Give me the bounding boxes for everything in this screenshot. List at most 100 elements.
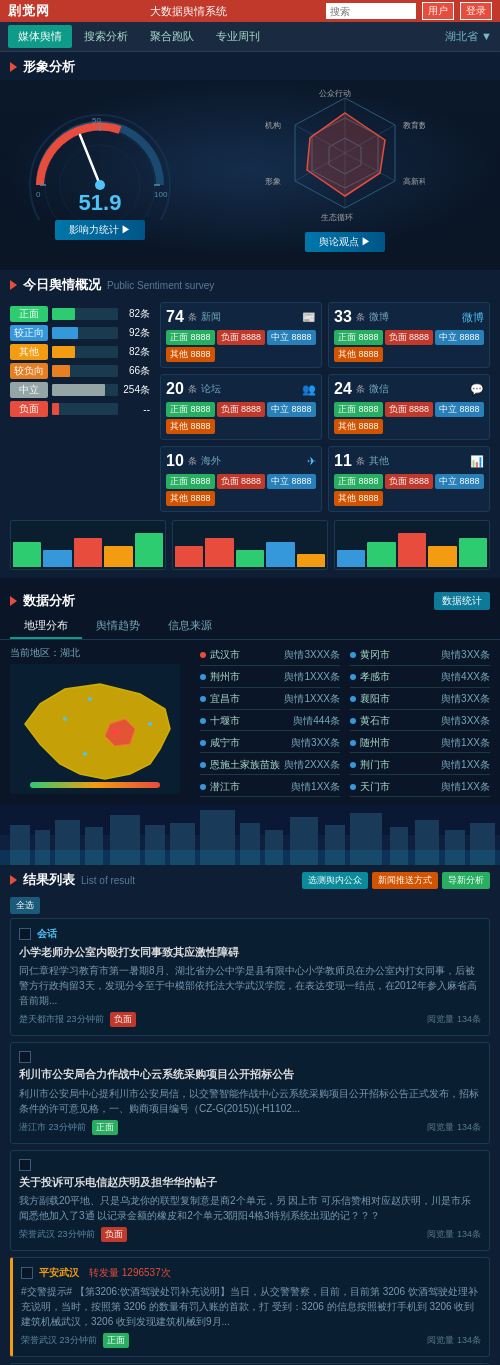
tab-trend[interactable]: 舆情趋势 (82, 614, 154, 639)
tab-source[interactable]: 信息来源 (154, 614, 226, 639)
result-excerpt-1: 同仁章程学习教育市第一暑期8月、湖北省办公中学是县有限中心小学教师员在办公室内打… (19, 963, 481, 1008)
nav-item-weekly[interactable]: 专业周刊 (206, 25, 270, 48)
city-name-enzhi: 恩施土家族苗族 (210, 758, 280, 772)
results-news-push-button[interactable]: 新闻推送方式 (372, 872, 438, 889)
svg-text:教育数字: 教育数字 (403, 121, 425, 130)
sentiment-row-positive: 正面 82条 (10, 306, 150, 322)
results-public-opinion-button[interactable]: 选测舆内公众 (302, 872, 368, 889)
data-triangle (10, 596, 17, 606)
sentiment-row-negative: 负面 -- (10, 401, 150, 417)
weibo-count: 33 (334, 308, 352, 326)
city-count-yichang: 舆情1XXX条 (284, 692, 340, 706)
city-name-huangshi: 黄石市 (360, 714, 437, 728)
bar-fill-neutral-pos (52, 327, 78, 339)
result-checkbox-2[interactable] (19, 1051, 31, 1063)
login-button[interactable]: 用户 (422, 2, 454, 20)
bar-fill-neg-weak (52, 365, 70, 377)
weibo-icon: 微博 (462, 310, 484, 325)
forum-tag-other: 其他 8888 (166, 419, 215, 434)
news-tag-other: 其他 8888 (166, 347, 215, 362)
result-category-1: 会话 (37, 927, 57, 941)
result-excerpt-4: #交警提示# 【第3206:饮酒驾驶处罚补充说明】当日，从交警警察，目前，目前第… (21, 1284, 481, 1329)
result-checkbox-3[interactable] (19, 1159, 31, 1171)
site-logo: 剧觉网 (8, 2, 50, 20)
news-tag-pos: 正面 8888 (166, 330, 215, 345)
city-item-enzhi: 恩施土家族苗族 舆情2XXX条 (200, 755, 340, 775)
mini-charts-area (0, 520, 500, 570)
result-source-3: 荣誉武汉 23分钟前 (19, 1228, 95, 1241)
city-item-huangshi: 黄石市 舆情3XX条 (350, 712, 490, 732)
nav-location[interactable]: 湖北省 ▼ (445, 29, 492, 44)
data-section-header: 数据分析 数据统计 (0, 586, 500, 614)
svg-point-4 (95, 180, 105, 190)
results-title-group: 结果列表 List of result (10, 871, 135, 889)
other-tag-other: 其他 8888 (334, 491, 383, 506)
bar-bg-other (52, 346, 118, 358)
overseas-unit: 条 (188, 455, 197, 468)
label-neutral-pos: 较正向 (10, 325, 48, 341)
sentiment-rows: 正面 82条 较正向 92条 其他 (10, 306, 150, 417)
tab-geo[interactable]: 地理分布 (10, 614, 82, 639)
svg-text:0: 0 (36, 190, 41, 199)
city-name-huanggang: 黄冈市 (360, 648, 437, 662)
top-bar: 剧觉网 大数据舆情系统 用户 登录 (0, 0, 500, 22)
bar-bg-neg-weak (52, 365, 118, 377)
results-analysis-button[interactable]: 导新分析 (442, 872, 490, 889)
city-dot-xianning (200, 740, 206, 746)
svg-text:50: 50 (92, 116, 101, 125)
label-neutral: 中立 (10, 382, 48, 398)
other-icon: 📊 (470, 455, 484, 468)
city-name-wuhan: 武汉市 (210, 648, 280, 662)
result-item-2-header (19, 1051, 481, 1063)
radar-detail-button[interactable]: 舆论观点 ▶ (305, 232, 386, 252)
weixin-tag-other: 其他 8888 (334, 419, 383, 434)
city-name-tianmen: 天门市 (360, 780, 437, 794)
news-tag-neutral: 中立 8888 (267, 330, 316, 345)
search-input[interactable] (326, 3, 416, 19)
data-more-button[interactable]: 数据统计 (434, 592, 490, 610)
mini-chart-3 (334, 520, 490, 570)
result-title-3: 关于投诉可乐电信赵庆明及担华华的帖子 (19, 1175, 481, 1190)
nav-item-media[interactable]: 媒体舆情 (8, 25, 72, 48)
media-card-other: 11 条 其他 📊 正面 8888 负面 8888 中立 8888 其他 888… (328, 446, 490, 512)
data-tabs: 地理分布 舆情趋势 信息来源 (0, 614, 500, 640)
label-neg-weak: 较负向 (10, 363, 48, 379)
city-dot-huanggang (350, 652, 356, 658)
svg-line-3 (80, 135, 100, 185)
overseas-label: 海外 (201, 454, 221, 468)
forum-icon: 👥 (302, 383, 316, 396)
nav-item-search[interactable]: 搜索分析 (74, 25, 138, 48)
mini-bar (297, 554, 325, 567)
register-button[interactable]: 登录 (460, 2, 492, 20)
overseas-icon: ✈ (307, 455, 316, 468)
result-meta-4: 荣誉武汉 23分钟前 正面 阅览量 134条 (21, 1333, 481, 1348)
result-views-4: 阅览量 134条 (427, 1334, 481, 1347)
data-city-list: 武汉市 舆情3XXX条 黄冈市 舆情3XX条 荆州市 舆情1XXX条 孝感市 舆… (200, 646, 490, 797)
city-item-xianning: 咸宁市 舆情3XX条 (200, 733, 340, 753)
city-dot-wuhan (200, 652, 206, 658)
other-count: 11 (334, 452, 352, 470)
weibo-tag-other: 其他 8888 (334, 347, 383, 362)
svg-text:生态循环: 生态循环 (321, 213, 353, 222)
svg-text:联合机构: 联合机构 (265, 121, 281, 130)
gauge-detail-button[interactable]: 影响力统计 ▶ (55, 220, 146, 240)
filter-all-button[interactable]: 全选 (10, 897, 40, 914)
xingxiang-content: 0 50 100 51.9 影响力统计 ▶ 公众行动 教 (0, 80, 500, 260)
result-checkbox-4[interactable] (21, 1267, 33, 1279)
forum-tag-neutral: 中立 8888 (267, 402, 316, 417)
city-dot-xiangyang (350, 696, 356, 702)
city-count-tianmen: 舆情1XX条 (441, 780, 490, 794)
label-other: 其他 (10, 344, 48, 360)
city-count-shiyan: 舆情444条 (293, 714, 340, 728)
radar-container: 公众行动 教育数字 高新科技 生态循环 投话形象 联合机构 舆论观点 ▶ (200, 80, 490, 260)
sentiment-row-other: 其他 82条 (10, 344, 150, 360)
city-count-qianjiang: 舆情1XX条 (291, 780, 340, 794)
weibo-tag-neutral: 中立 8888 (435, 330, 484, 345)
results-subtitle: List of result (81, 875, 135, 886)
result-item-1-header: 会话 (19, 927, 481, 941)
nav-item-aggregate[interactable]: 聚合跑队 (140, 25, 204, 48)
weibo-unit: 条 (356, 311, 365, 324)
city-name-suizhou: 随州市 (360, 736, 437, 750)
result-checkbox-1[interactable] (19, 928, 31, 940)
mini-bar (459, 538, 487, 567)
